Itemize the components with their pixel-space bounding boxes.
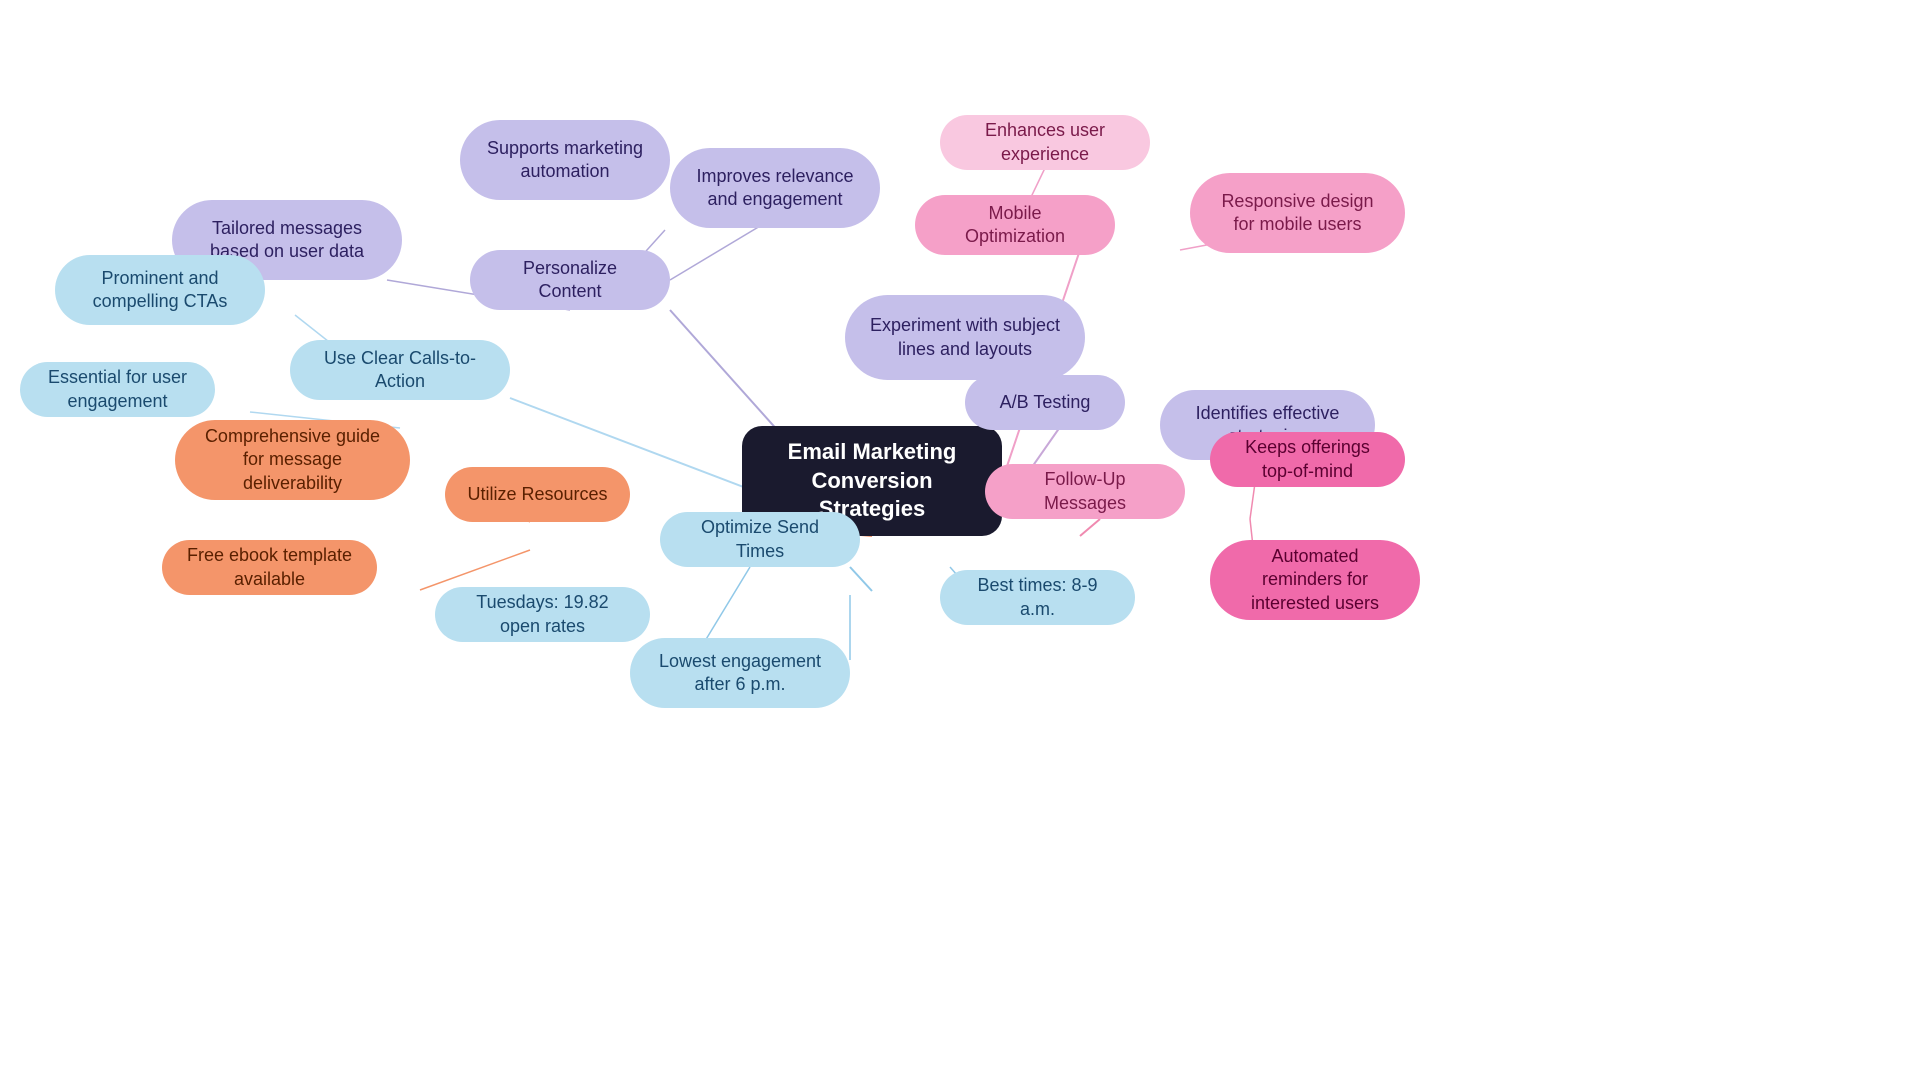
responsive-design-node: Responsive design for mobile users bbox=[1190, 173, 1405, 253]
ab-testing-node: A/B Testing bbox=[965, 375, 1125, 430]
follow-up-node: Follow-Up Messages bbox=[985, 464, 1185, 519]
comprehensive-guide-node: Comprehensive guide for message delivera… bbox=[175, 420, 410, 500]
tuesdays-node: Tuesdays: 19.82 open rates bbox=[435, 587, 650, 642]
enhances-ux-node: Enhances user experience bbox=[940, 115, 1150, 170]
experiment-node: Experiment with subject lines and layout… bbox=[845, 295, 1085, 380]
optimize-send-times-node: Optimize Send Times bbox=[660, 512, 860, 567]
lowest-engagement-node: Lowest engagement after 6 p.m. bbox=[630, 638, 850, 708]
best-times-node: Best times: 8-9 a.m. bbox=[940, 570, 1135, 625]
keeps-top-mind-node: Keeps offerings top-of-mind bbox=[1210, 432, 1405, 487]
free-ebook-node: Free ebook template available bbox=[162, 540, 377, 595]
essential-engagement-node: Essential for user engagement bbox=[20, 362, 215, 417]
prominent-cta-node: Prominent and compelling CTAs bbox=[55, 255, 265, 325]
automated-reminders-node: Automated reminders for interested users bbox=[1210, 540, 1420, 620]
utilize-resources-node: Utilize Resources bbox=[445, 467, 630, 522]
personalize-content-node: Personalize Content bbox=[470, 250, 670, 310]
supports-marketing-node: Supports marketing automation bbox=[460, 120, 670, 200]
improves-relevance-node: Improves relevance and engagement bbox=[670, 148, 880, 228]
clear-cta-node: Use Clear Calls-to-Action bbox=[290, 340, 510, 400]
mobile-optimization-node: Mobile Optimization bbox=[915, 195, 1115, 255]
